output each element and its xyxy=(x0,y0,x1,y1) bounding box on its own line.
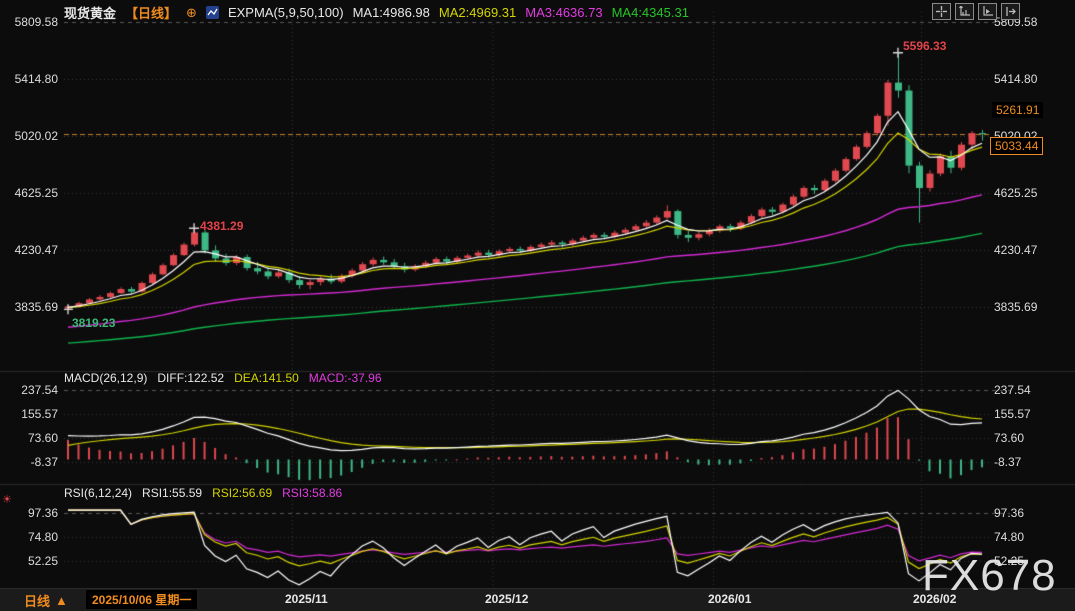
axis-scale-icon[interactable] xyxy=(955,3,974,20)
start-low-label: 3819.23 xyxy=(72,316,115,330)
ma2-value: MA2:4969.31 xyxy=(439,5,516,20)
rsi-header-row: RSI(6,12,24) RSI1:55.59 RSI2:56.69 RSI3:… xyxy=(64,486,342,500)
indicator-label: EXPMA(5,9,50,100) xyxy=(228,5,344,20)
chart-canvas[interactable] xyxy=(0,0,1075,611)
period-high-label: 5596.33 xyxy=(903,39,946,53)
ma1-value: MA1:4986.98 xyxy=(353,5,430,20)
pan-right-icon[interactable] xyxy=(1001,3,1020,20)
price-axis-label: 5020.02 xyxy=(0,129,58,143)
price-axis-label: 3835.69 xyxy=(994,300,1037,314)
macd-axis-label: 155.57 xyxy=(994,407,1031,421)
ma3-value: MA3:4636.73 xyxy=(525,5,602,20)
date-axis-tick: 2025/11 xyxy=(285,592,328,606)
chart-toolbar xyxy=(932,3,1020,20)
current-price-badge: 5033.44 xyxy=(990,137,1043,155)
macd-diff-value: DIFF:122.52 xyxy=(157,371,224,385)
ma4-value: MA4:4345.31 xyxy=(612,5,689,20)
circle-plus-icon[interactable]: ⊕ xyxy=(186,5,197,21)
marker-dot-icon: ☀ xyxy=(2,493,12,506)
price-axis-label: 5414.80 xyxy=(994,72,1037,86)
macd-dea-value: DEA:141.50 xyxy=(234,371,299,385)
price-axis-label: 4625.25 xyxy=(0,186,58,200)
rsi-axis-label: 74.80 xyxy=(0,530,58,544)
macd-header-row: MACD(26,12,9) DIFF:122.52 DEA:141.50 MAC… xyxy=(64,371,382,385)
oct-high-label: 4381.29 xyxy=(200,219,243,233)
period-selector[interactable]: 日线 ▲ xyxy=(24,591,68,610)
macd-axis-label: 237.54 xyxy=(0,383,58,397)
macd-axis-label: 73.60 xyxy=(0,431,58,445)
price-axis-label: 5809.58 xyxy=(0,15,58,29)
price-axis-label: 4230.47 xyxy=(0,243,58,257)
caret-up-icon: ▲ xyxy=(55,593,68,608)
date-axis-tick: 2026/01 xyxy=(708,592,751,606)
macd-title: MACD(26,12,9) xyxy=(64,371,147,385)
selected-date-tag[interactable]: 2025/10/06 星期一 xyxy=(86,590,197,609)
macd-axis-label: 155.57 xyxy=(0,407,58,421)
chart-header: 现货黄金 【日线】 ⊕ EXPMA(5,9,50,100) MA1:4986.9… xyxy=(64,3,689,22)
period-tag: 【日线】 xyxy=(125,3,177,22)
macd-axis-label: 237.54 xyxy=(994,383,1031,397)
rsi2-value: RSI2:56.69 xyxy=(212,486,272,500)
period-selector-label: 日线 xyxy=(24,591,50,610)
price-axis-label: 3835.69 xyxy=(0,300,58,314)
chart-window: 现货黄金 【日线】 ⊕ EXPMA(5,9,50,100) MA1:4986.9… xyxy=(0,0,1075,611)
macd-axis-label: -8.37 xyxy=(994,455,1021,469)
macd-hist-value: MACD:-37.96 xyxy=(309,371,382,385)
watermark: FX678 xyxy=(922,551,1057,601)
rsi-axis-label: 97.36 xyxy=(0,506,58,520)
macd-axis-label: 73.60 xyxy=(994,431,1024,445)
rsi-axis-label: 97.36 xyxy=(994,506,1024,520)
axis-play-icon[interactable] xyxy=(978,3,997,20)
rsi-axis-label: 52.25 xyxy=(0,554,58,568)
symbol-title: 现货黄金 xyxy=(64,3,116,22)
macd-axis-label: -8.37 xyxy=(0,455,58,469)
price-axis-label: 5414.80 xyxy=(0,72,58,86)
upper-price-badge: 5261.91 xyxy=(992,102,1043,118)
price-axis-label: 4625.25 xyxy=(994,186,1037,200)
rsi1-value: RSI1:55.59 xyxy=(142,486,202,500)
price-axis-label: 4230.47 xyxy=(994,243,1037,257)
rsi3-value: RSI3:58.86 xyxy=(282,486,342,500)
candle-chart-icon[interactable] xyxy=(206,6,219,19)
crosshair-move-icon[interactable] xyxy=(932,3,951,20)
rsi-title: RSI(6,12,24) xyxy=(64,486,132,500)
date-axis-tick: 2025/12 xyxy=(485,592,528,606)
rsi-axis-label: 74.80 xyxy=(994,530,1024,544)
